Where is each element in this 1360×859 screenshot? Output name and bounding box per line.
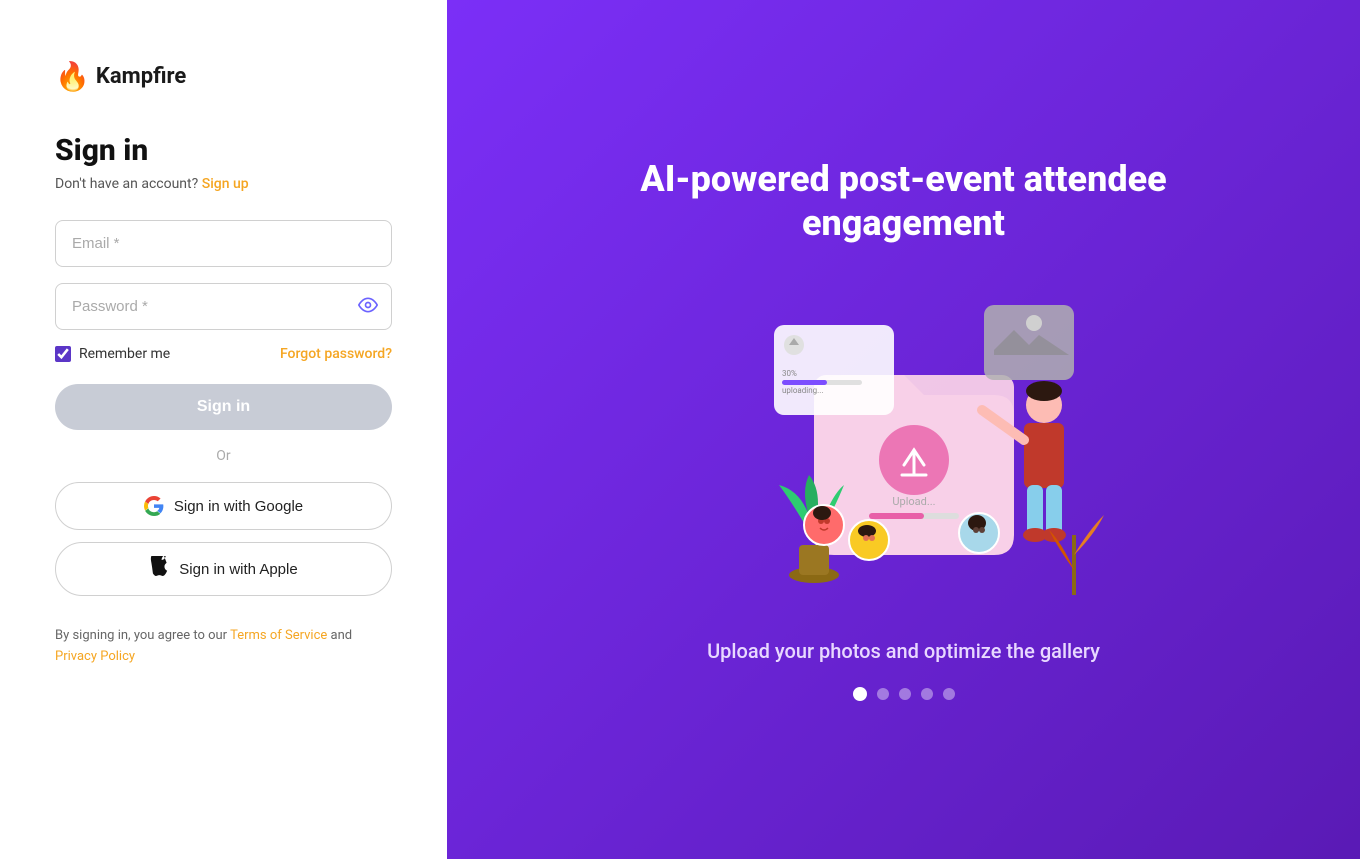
right-subtitle: Upload your photos and optimize the gall… [707, 639, 1100, 663]
email-field[interactable] [55, 220, 392, 267]
dot-2[interactable] [877, 688, 889, 700]
or-divider: Or [55, 448, 392, 464]
carousel-dots [853, 687, 955, 701]
google-signin-label: Sign in with Google [174, 498, 303, 515]
signup-link[interactable]: Sign up [202, 176, 249, 192]
flame-icon: 🔥 [55, 60, 90, 93]
password-input-group [55, 283, 392, 330]
svg-text:uploading...: uploading... [782, 386, 823, 395]
options-row: Remember me Forgot password? [55, 346, 392, 362]
password-field[interactable] [55, 283, 392, 330]
email-input-group [55, 220, 392, 267]
page-title: Sign in [55, 133, 392, 168]
remember-me-label[interactable]: Remember me [55, 346, 170, 362]
forgot-password-link[interactable]: Forgot password? [280, 346, 392, 362]
apple-signin-button[interactable]: Sign in with Apple [55, 542, 392, 596]
dot-3[interactable] [899, 688, 911, 700]
logo-text: Kampfire [96, 64, 186, 89]
left-panel: 🔥 Kampfire Sign in Don't have an account… [0, 0, 447, 859]
dot-5[interactable] [943, 688, 955, 700]
signup-prompt: Don't have an account? Sign up [55, 176, 392, 192]
apple-signin-label: Sign in with Apple [179, 561, 297, 578]
remember-me-text: Remember me [79, 346, 170, 362]
signin-button[interactable]: Sign in [55, 384, 392, 430]
right-title: AI-powered post-event attendee engagemen… [624, 158, 1184, 244]
logo: 🔥 Kampfire [55, 60, 392, 93]
remember-me-checkbox[interactable] [55, 346, 71, 362]
show-password-icon[interactable] [358, 295, 378, 319]
terms-text: By signing in, you agree to our Terms of… [55, 626, 392, 668]
google-signin-button[interactable]: Sign in with Google [55, 482, 392, 530]
apple-icon [149, 556, 169, 582]
illustration: Upload... 30% uploading... [714, 275, 1094, 615]
right-panel: AI-powered post-event attendee engagemen… [447, 0, 1360, 859]
svg-text:30%: 30% [782, 369, 797, 378]
google-icon [144, 496, 164, 516]
svg-text:Upload...: Upload... [892, 495, 935, 508]
dot-1[interactable] [853, 687, 867, 701]
privacy-link[interactable]: Privacy Policy [55, 649, 135, 664]
terms-link[interactable]: Terms of Service [230, 628, 327, 643]
dot-4[interactable] [921, 688, 933, 700]
